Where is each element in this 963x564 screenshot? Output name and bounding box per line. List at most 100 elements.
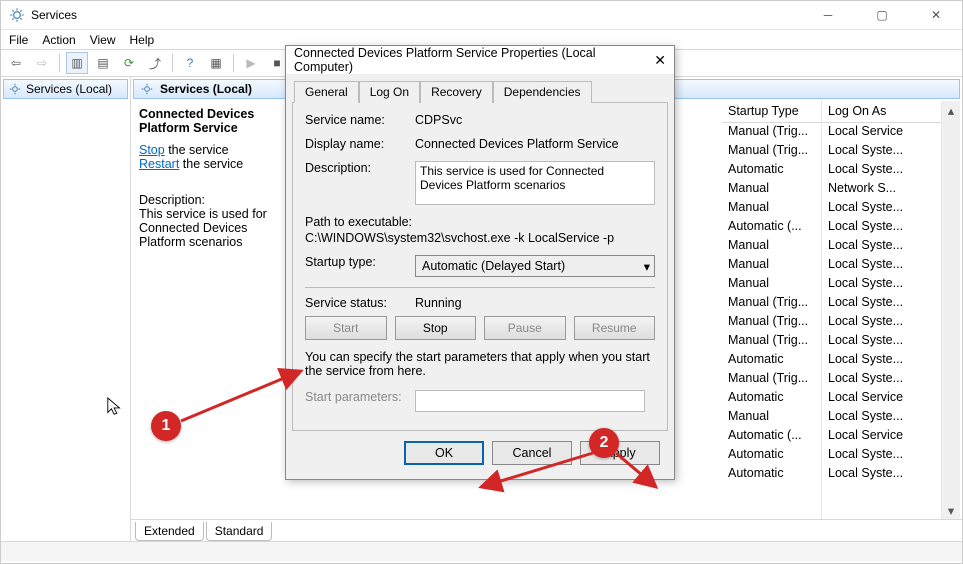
menu-action[interactable]: Action bbox=[42, 33, 75, 47]
tab-standard[interactable]: Standard bbox=[206, 522, 273, 541]
properties-dialog: Connected Devices Platform Service Prope… bbox=[285, 45, 675, 480]
cell-log-on-as[interactable]: Local Service bbox=[822, 389, 941, 408]
show-hide-tree-button[interactable]: ▥ bbox=[66, 52, 88, 74]
cell-log-on-as[interactable]: Local Syste... bbox=[822, 351, 941, 370]
cell-startup-type[interactable]: Manual (Trig... bbox=[722, 313, 821, 332]
play-button[interactable]: ▶ bbox=[240, 52, 262, 74]
tab-extended[interactable]: Extended bbox=[135, 522, 204, 541]
cell-startup-type[interactable]: Manual (Trig... bbox=[722, 294, 821, 313]
display-name-value: Connected Devices Platform Service bbox=[415, 137, 655, 151]
cell-log-on-as[interactable]: Local Syste... bbox=[822, 218, 941, 237]
close-button[interactable]: ✕ bbox=[914, 3, 958, 27]
cell-log-on-as[interactable]: Local Syste... bbox=[822, 199, 941, 218]
startup-type-label: Startup type: bbox=[305, 255, 415, 269]
cursor-icon bbox=[106, 396, 124, 418]
path-value: C:\WINDOWS\system32\svchost.exe -k Local… bbox=[305, 231, 655, 245]
cell-startup-type[interactable]: Automatic bbox=[722, 389, 821, 408]
start-params-note: You can specify the start parameters tha… bbox=[305, 350, 655, 378]
column-startup-type[interactable]: Startup Type bbox=[722, 101, 821, 123]
export-list-button[interactable]: ▤ bbox=[92, 52, 114, 74]
cell-log-on-as[interactable]: Local Syste... bbox=[822, 256, 941, 275]
cell-log-on-as[interactable]: Local Syste... bbox=[822, 237, 941, 256]
stop-button[interactable]: Stop bbox=[395, 316, 477, 340]
tab-general[interactable]: General bbox=[294, 81, 359, 103]
cell-startup-type[interactable]: Automatic bbox=[722, 465, 821, 484]
cell-log-on-as[interactable]: Local Syste... bbox=[822, 142, 941, 161]
tab-logon[interactable]: Log On bbox=[359, 81, 420, 103]
cell-log-on-as[interactable]: Local Syste... bbox=[822, 370, 941, 389]
menu-file[interactable]: File bbox=[9, 33, 28, 47]
tree-node-services-local[interactable]: Services (Local) bbox=[3, 79, 128, 99]
cell-startup-type[interactable]: Automatic bbox=[722, 161, 821, 180]
help-button[interactable]: ? bbox=[179, 52, 201, 74]
gear-icon bbox=[140, 82, 154, 96]
detail-pane: Connected Devices Platform Service Stop … bbox=[133, 101, 283, 519]
cell-startup-type[interactable]: Automatic (... bbox=[722, 218, 821, 237]
ok-button[interactable]: OK bbox=[404, 441, 484, 465]
description-text: This service is used for Connected Devic… bbox=[139, 207, 277, 249]
selected-service-name: Connected Devices Platform Service bbox=[139, 107, 277, 135]
cell-log-on-as[interactable]: Local Syste... bbox=[822, 313, 941, 332]
cell-startup-type[interactable]: Manual (Trig... bbox=[722, 123, 821, 142]
vertical-scrollbar[interactable]: ▴ ▾ bbox=[942, 101, 960, 519]
cell-log-on-as[interactable]: Local Service bbox=[822, 427, 941, 446]
cancel-button[interactable]: Cancel bbox=[492, 441, 572, 465]
properties-button[interactable]: ▦ bbox=[205, 52, 227, 74]
service-name-label: Service name: bbox=[305, 113, 415, 127]
cell-startup-type[interactable]: Manual (Trig... bbox=[722, 370, 821, 389]
cell-log-on-as[interactable]: Local Syste... bbox=[822, 275, 941, 294]
back-button[interactable]: ⇦ bbox=[5, 52, 27, 74]
tab-dependencies[interactable]: Dependencies bbox=[493, 81, 592, 103]
column-log-on-as[interactable]: Log On As bbox=[822, 101, 941, 123]
cell-log-on-as[interactable]: Local Service bbox=[822, 123, 941, 142]
startup-type-select[interactable]: Automatic (Delayed Start) ▾ bbox=[415, 255, 655, 277]
description-box[interactable] bbox=[415, 161, 655, 205]
scroll-down-icon[interactable]: ▾ bbox=[942, 501, 960, 519]
dialog-close-icon[interactable]: ✕ bbox=[654, 52, 666, 69]
maximize-button[interactable]: ▢ bbox=[860, 3, 904, 27]
services-icon bbox=[9, 7, 25, 23]
cell-startup-type[interactable]: Automatic (... bbox=[722, 427, 821, 446]
services-window: Services ─ ▢ ✕ File Action View Help ⇦ ⇨… bbox=[0, 0, 963, 564]
description-heading: Description: bbox=[139, 193, 277, 207]
cell-log-on-as[interactable]: Local Syste... bbox=[822, 294, 941, 313]
start-params-input[interactable] bbox=[415, 390, 645, 412]
service-status-value: Running bbox=[415, 296, 655, 310]
restart-service-link[interactable]: Restart bbox=[139, 157, 179, 171]
resume-button[interactable]: Resume bbox=[574, 316, 656, 340]
cell-log-on-as[interactable]: Local Syste... bbox=[822, 408, 941, 427]
cell-startup-type[interactable]: Manual bbox=[722, 199, 821, 218]
scroll-up-icon[interactable]: ▴ bbox=[942, 101, 960, 119]
pause-button[interactable]: Pause bbox=[484, 316, 566, 340]
cell-startup-type[interactable]: Manual bbox=[722, 237, 821, 256]
menu-help[interactable]: Help bbox=[130, 33, 155, 47]
stop-service-link[interactable]: Stop bbox=[139, 143, 165, 157]
minimize-button[interactable]: ─ bbox=[806, 3, 850, 27]
cell-startup-type[interactable]: Manual bbox=[722, 408, 821, 427]
cell-startup-type[interactable]: Manual bbox=[722, 275, 821, 294]
cell-startup-type[interactable]: Manual bbox=[722, 180, 821, 199]
description-label: Description: bbox=[305, 161, 415, 175]
console-tree: Services (Local) bbox=[1, 77, 131, 541]
forward-button[interactable]: ⇨ bbox=[31, 52, 53, 74]
cell-log-on-as[interactable]: Local Syste... bbox=[822, 161, 941, 180]
services-grid-right: Startup Type Manual (Trig...Manual (Trig… bbox=[722, 101, 960, 519]
annotation-badge-2: 2 bbox=[589, 428, 619, 458]
menu-view[interactable]: View bbox=[90, 33, 116, 47]
title-bar: Services ─ ▢ ✕ bbox=[1, 1, 962, 29]
cell-log-on-as[interactable]: Local Syste... bbox=[822, 465, 941, 484]
cell-log-on-as[interactable]: Network S... bbox=[822, 180, 941, 199]
cell-startup-type[interactable]: Automatic bbox=[722, 351, 821, 370]
cell-startup-type[interactable]: Manual (Trig... bbox=[722, 332, 821, 351]
start-button[interactable]: Start bbox=[305, 316, 387, 340]
refresh-button[interactable]: ⟳ bbox=[118, 52, 140, 74]
display-name-label: Display name: bbox=[305, 137, 415, 151]
cell-log-on-as[interactable]: Local Syste... bbox=[822, 446, 941, 465]
tab-recovery[interactable]: Recovery bbox=[420, 81, 493, 103]
cell-startup-type[interactable]: Manual (Trig... bbox=[722, 142, 821, 161]
tree-node-label: Services (Local) bbox=[26, 82, 112, 96]
cell-startup-type[interactable]: Automatic bbox=[722, 446, 821, 465]
cell-log-on-as[interactable]: Local Syste... bbox=[822, 332, 941, 351]
cell-startup-type[interactable]: Manual bbox=[722, 256, 821, 275]
export-button[interactable]: ⤴ bbox=[144, 52, 166, 74]
